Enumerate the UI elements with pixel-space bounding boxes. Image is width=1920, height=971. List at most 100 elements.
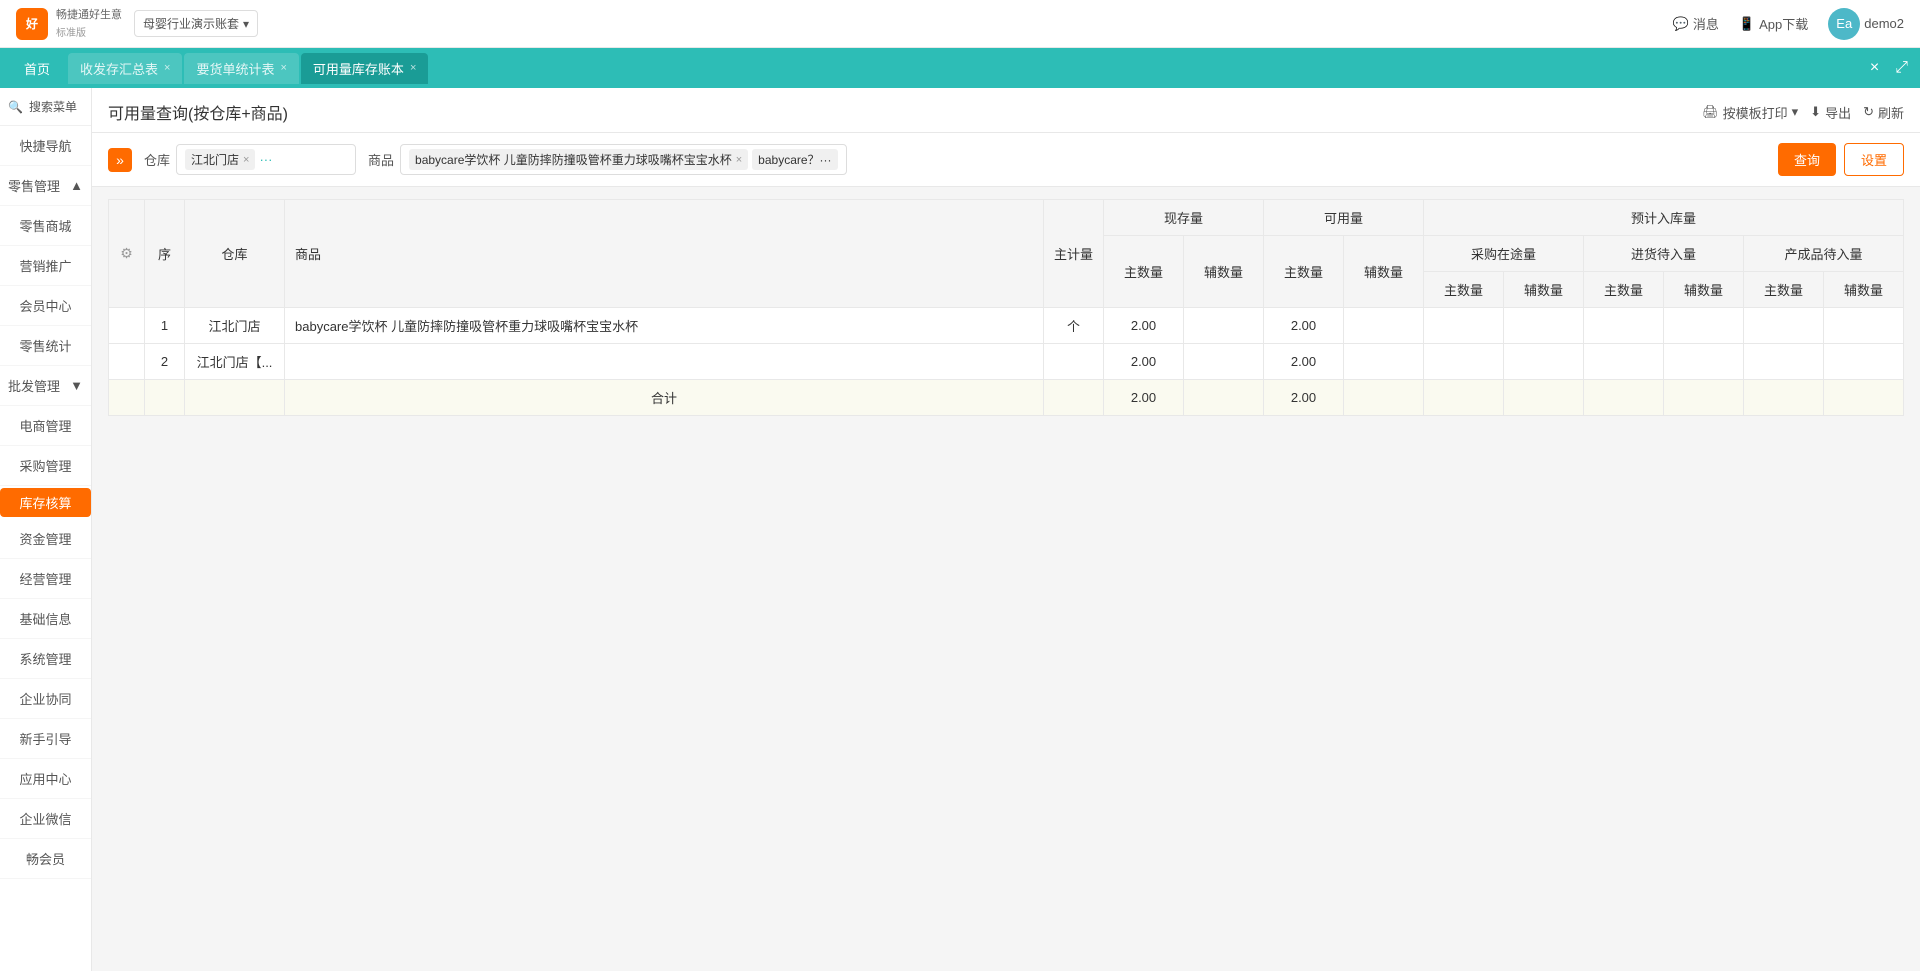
col-settings-header[interactable]: ⚙ [109, 200, 145, 308]
top-bar-right: 💬 消息 📱 App下载 Ea demo2 [1673, 8, 1904, 40]
query-button[interactable]: 查询 [1778, 143, 1836, 176]
filter-bar: » 仓库 江北门店 × ··· 商品 babycare学饮杯 儿童防摔防撞吸管杯… [92, 133, 1920, 187]
export-button[interactable]: ⬇ 导出 [1810, 103, 1851, 122]
warehouse-tag-close[interactable]: × [243, 154, 249, 166]
sidebar-item-sys-mgmt[interactable]: 系统管理 [0, 639, 91, 679]
row-settings-cell [109, 308, 145, 344]
sidebar-item-marketing[interactable]: 营销推广 [0, 246, 91, 286]
sidebar-item-inventory[interactable]: 库存核算 [0, 488, 91, 517]
sidebar-item-enterprise-wechat[interactable]: 企业微信 [0, 799, 91, 839]
sidebar-item-basic-info[interactable]: 基础信息 [0, 599, 91, 639]
warehouse-filter-group: 仓库 江北门店 × ··· [144, 144, 356, 175]
sidebar-item-finance[interactable]: 资金管理 [0, 519, 91, 559]
row-avail-aux [1344, 344, 1424, 380]
chevron-down-icon: ▾ [243, 17, 249, 31]
tab-receive-send[interactable]: 收发存汇总表 × [68, 53, 182, 84]
sidebar-item-retail-stats[interactable]: 零售统计 [0, 326, 91, 366]
row-incoming-aux [1664, 344, 1744, 380]
sidebar-item-retail-mgmt[interactable]: 零售管理 ▲ [0, 166, 91, 206]
tab-close-icon[interactable]: × [280, 62, 286, 74]
page-header: 可用量查询(按仓库+商品) 🖨 按模板打印 ▾ ⬇ 导出 ↻ 刷新 [92, 88, 1920, 133]
row-product-aux [1824, 308, 1904, 344]
table-area: ⚙ 序 仓库 商品 主计量 现存量 可用量 预计入库量 主数量 辅数量 主数量 [92, 187, 1920, 971]
col-avail-aux-header: 辅数量 [1344, 236, 1424, 308]
warehouse-tag: 江北门店 × [185, 149, 255, 170]
sidebar-search[interactable]: 🔍 搜索菜单 [0, 88, 91, 126]
page-actions: 🖨 按模板打印 ▾ ⬇ 导出 ↻ 刷新 [1702, 103, 1904, 122]
sidebar: 🔍 搜索菜单 快捷导航 零售管理 ▲ 零售商城 营销推广 会员中心 零售统计 批… [0, 88, 92, 971]
user-menu[interactable]: Ea demo2 [1828, 8, 1904, 40]
row-current-aux [1184, 344, 1264, 380]
print-button[interactable]: 🖨 按模板打印 ▾ [1702, 103, 1798, 122]
gear-icon[interactable]: ⚙ [120, 245, 133, 261]
row-product: babycare学饮杯 儿童防摔防撞吸管杯重力球吸嘴杯宝宝水杯 [285, 308, 1044, 344]
sidebar-item-purchase[interactable]: 采购管理 [0, 446, 91, 486]
warehouse-more[interactable]: ··· [259, 152, 272, 167]
tab-home[interactable]: 首页 [8, 53, 66, 84]
col-product-aux-header: 辅数量 [1824, 272, 1904, 308]
app-download-button[interactable]: 📱 App下载 [1739, 14, 1808, 33]
row-settings-cell [109, 344, 145, 380]
col-seq-header: 序 [145, 200, 185, 308]
search-icon: 🔍 [8, 100, 23, 114]
col-purchase-transit-header: 采购在途量 [1424, 236, 1584, 272]
search-label: 搜索菜单 [29, 98, 77, 115]
settings-button[interactable]: 设置 [1844, 143, 1904, 176]
industry-selector[interactable]: 母婴行业演示账套 ▾ [134, 10, 258, 37]
row-product-aux [1824, 344, 1904, 380]
footer-unit-cell [1043, 380, 1103, 416]
tab-expand-button[interactable]: ⤢ [1891, 55, 1912, 81]
col-current-main-header: 主数量 [1104, 236, 1184, 308]
mobile-icon: 📱 [1739, 16, 1755, 32]
tab-bar-actions: × ⤢ [1866, 55, 1912, 81]
tab-label: 要货单统计表 [196, 59, 274, 78]
warehouse-label: 仓库 [144, 150, 170, 169]
tab-close-all-button[interactable]: × [1866, 55, 1883, 81]
row-avail-aux [1344, 308, 1424, 344]
sidebar-item-member-center[interactable]: 会员中心 [0, 286, 91, 326]
row-current-main: 2.00 [1104, 308, 1184, 344]
filter-expand-button[interactable]: » [108, 148, 132, 172]
sidebar-item-app-center[interactable]: 应用中心 [0, 759, 91, 799]
footer-seq-cell [145, 380, 185, 416]
chevron-icon: ▼ [70, 378, 83, 393]
col-product-header: 商品 [285, 200, 1044, 308]
username-label: demo2 [1864, 16, 1904, 31]
msg-label: 消息 [1693, 14, 1719, 33]
tab-order-stats[interactable]: 要货单统计表 × [184, 53, 298, 84]
warehouse-input[interactable]: 江北门店 × ··· [176, 144, 356, 175]
printer-icon: 🖨 [1702, 104, 1719, 120]
sidebar-item-ecommerce[interactable]: 电商管理 [0, 406, 91, 446]
sidebar-item-newbie[interactable]: 新手引导 [0, 719, 91, 759]
sidebar-item-ops-mgmt[interactable]: 经营管理 [0, 559, 91, 599]
product-input[interactable]: babycare学饮杯 儿童防摔防撞吸管杯重力球吸嘴杯宝宝水杯 × babyca… [400, 144, 847, 175]
row-purchase-main [1424, 344, 1504, 380]
sidebar-item-enterprise[interactable]: 企业协同 [0, 679, 91, 719]
tab-close-icon[interactable]: × [164, 62, 170, 74]
content-area: 可用量查询(按仓库+商品) 🖨 按模板打印 ▾ ⬇ 导出 ↻ 刷新 » [92, 88, 1920, 971]
row-purchase-aux [1504, 344, 1584, 380]
row-unit: 个 [1043, 308, 1103, 344]
msg-button[interactable]: 💬 消息 [1673, 14, 1719, 33]
product-label: 商品 [368, 150, 394, 169]
sidebar-item-wholesale-mgmt[interactable]: 批发管理 ▼ [0, 366, 91, 406]
tab-close-icon[interactable]: × [410, 62, 416, 74]
product-tag-1-close[interactable]: × [736, 154, 742, 166]
tab-bar: 首页 收发存汇总表 × 要货单统计表 × 可用量库存账本 × × ⤢ [0, 48, 1920, 88]
footer-settings-cell [109, 380, 145, 416]
refresh-button[interactable]: ↻ 刷新 [1863, 103, 1904, 122]
logo-icon: 好 [16, 8, 48, 40]
sidebar-item-quicknav[interactable]: 快捷导航 [0, 126, 91, 166]
col-warehouse-header: 仓库 [185, 200, 285, 308]
sidebar-item-retail-mall[interactable]: 零售商城 [0, 206, 91, 246]
product-tag-2: babycare？··· [752, 149, 837, 170]
footer-row: 合计 2.00 2.00 [109, 380, 1904, 416]
logo-area: 好 畅捷通好生意 标准版 [16, 8, 122, 40]
product-filter-group: 商品 babycare学饮杯 儿童防摔防撞吸管杯重力球吸嘴杯宝宝水杯 × bab… [368, 144, 847, 175]
footer-current-main: 2.00 [1104, 380, 1184, 416]
page-title: 可用量查询(按仓库+商品) [108, 100, 288, 124]
row-seq: 2 [145, 344, 185, 380]
row-avail-main: 2.00 [1264, 308, 1344, 344]
tab-available-inventory[interactable]: 可用量库存账本 × [301, 53, 428, 84]
sidebar-item-vip-member[interactable]: 畅会员 [0, 839, 91, 879]
